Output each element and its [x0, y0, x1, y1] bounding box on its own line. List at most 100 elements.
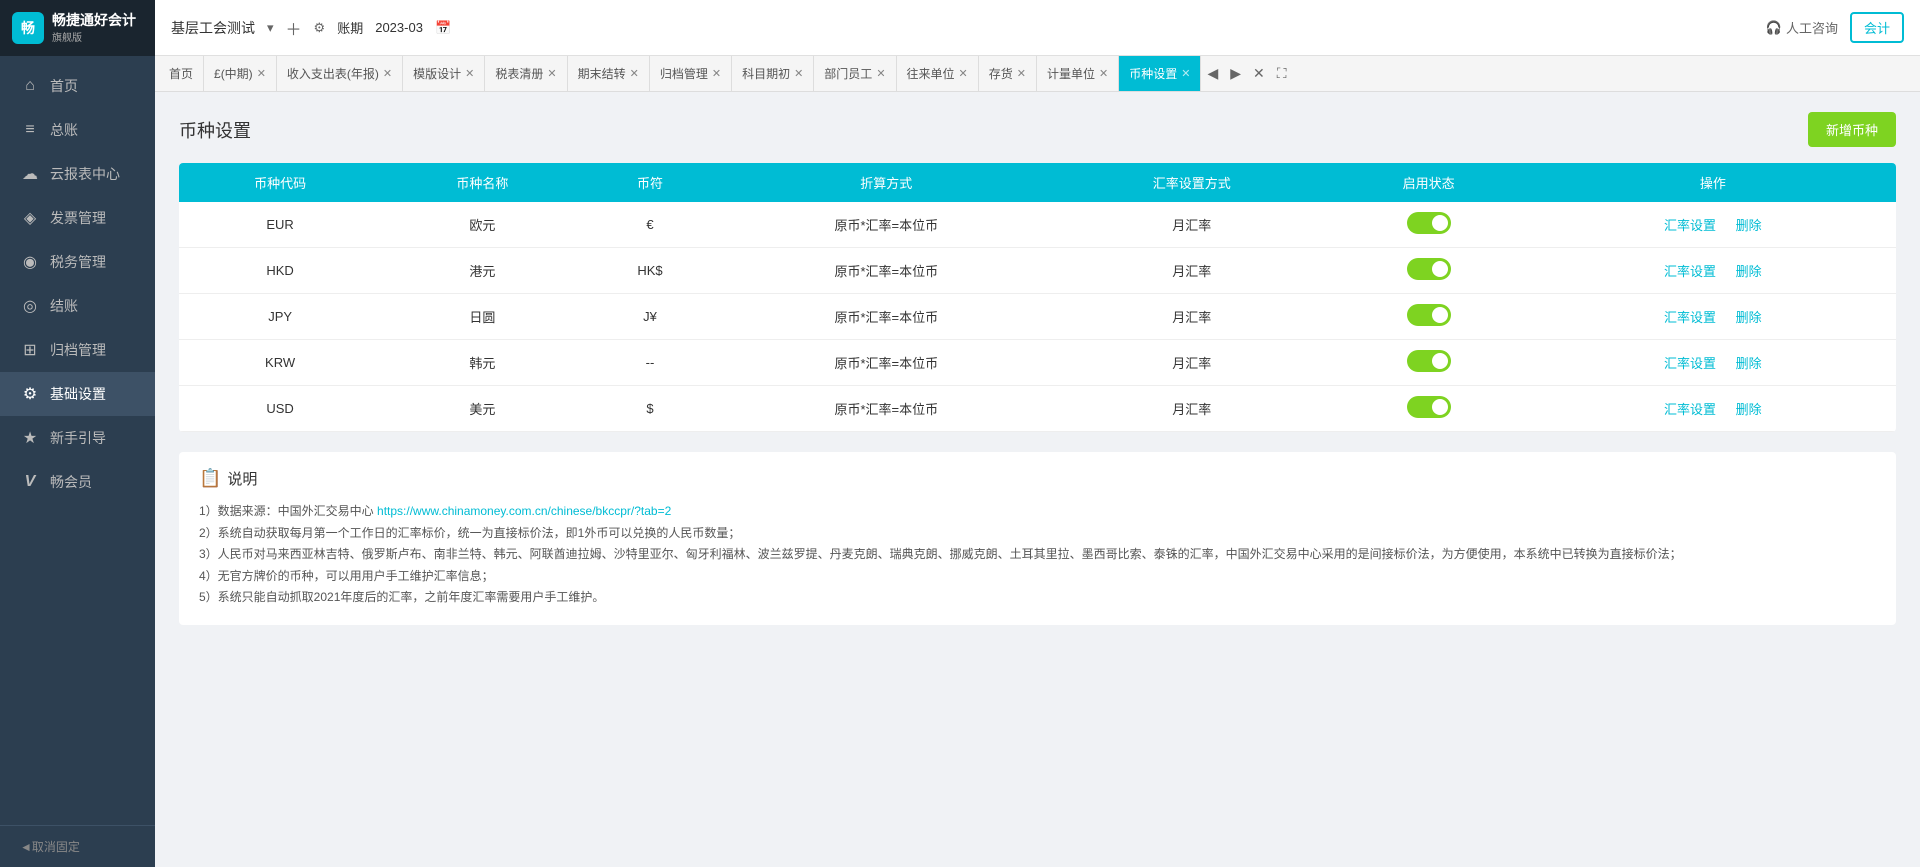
tab-units[interactable]: 往来单位 ✕: [897, 56, 979, 92]
cell-name: 美元: [381, 386, 583, 432]
cloud-icon: ☁: [20, 164, 40, 184]
sidebar-item-checkout[interactable]: ◎ 结账: [0, 284, 155, 328]
sidebar-pin-toggle[interactable]: ◄取消固定: [0, 825, 155, 867]
table-row: USD 美元 $ 原币*汇率=本位币 月汇率 汇率设置 删除: [179, 386, 1896, 432]
delete-link[interactable]: 删除: [1736, 402, 1762, 417]
sidebar-item-tax[interactable]: ◉ 税务管理: [0, 240, 155, 284]
status-toggle[interactable]: [1407, 304, 1451, 326]
topbar-right: 🎧 人工咨询 会计: [1766, 12, 1904, 43]
tab-expand-button[interactable]: ⛶: [1271, 65, 1293, 82]
sidebar-item-home[interactable]: ⌂ 首页: [0, 64, 155, 108]
delete-link[interactable]: 删除: [1736, 356, 1762, 371]
tab-close-icon[interactable]: ✕: [1099, 67, 1108, 80]
status-toggle[interactable]: [1407, 396, 1451, 418]
notes-section: 📋 说明 1）数据来源：中国外汇交易中心 https://www.chinamo…: [179, 452, 1896, 625]
cell-name: 港元: [381, 248, 583, 294]
sidebar-item-reports[interactable]: ☁ 云报表中心: [0, 152, 155, 196]
tab-close-icon[interactable]: ✕: [876, 67, 885, 80]
sidebar-item-settings[interactable]: ⚙ 基础设置: [0, 372, 155, 416]
col-code: 币种代码: [179, 163, 381, 202]
tab-close-icon[interactable]: ✕: [712, 67, 721, 80]
status-toggle[interactable]: [1407, 350, 1451, 372]
tab-label: 存货: [989, 65, 1013, 82]
tab-archive-mgr[interactable]: 归档管理 ✕: [650, 56, 732, 92]
tab-close-icon[interactable]: ✕: [547, 67, 556, 80]
tab-tax-clear[interactable]: 税表清册 ✕: [485, 56, 567, 92]
add-tab-button[interactable]: ＋: [286, 16, 302, 40]
tab-close-icon[interactable]: ✕: [383, 67, 392, 80]
sidebar-item-member[interactable]: V 畅会员: [0, 460, 155, 504]
tab-close-icon[interactable]: ✕: [465, 67, 474, 80]
user-role-button[interactable]: 会计: [1850, 12, 1904, 43]
tab-period[interactable]: £(中期) ✕: [204, 56, 277, 92]
tab-close-icon[interactable]: ✕: [630, 67, 639, 80]
tab-prev-button[interactable]: ◀: [1201, 65, 1224, 82]
delete-link[interactable]: 删除: [1736, 218, 1762, 233]
col-rate-type: 汇率设置方式: [1056, 163, 1327, 202]
tab-currency[interactable]: 币种设置 ✕: [1119, 56, 1201, 92]
china-money-link[interactable]: https://www.chinamoney.com.cn/chinese/bk…: [377, 504, 671, 518]
tab-period-end[interactable]: 期末结转 ✕: [568, 56, 650, 92]
sidebar-item-label: 云报表中心: [50, 164, 120, 184]
rate-settings-link[interactable]: 汇率设置: [1664, 356, 1716, 371]
cell-actions: 汇率设置 删除: [1530, 248, 1896, 294]
tab-close-icon[interactable]: ✕: [794, 67, 803, 80]
page-header: 币种设置 新增币种: [179, 112, 1896, 147]
rate-settings-link[interactable]: 汇率设置: [1664, 218, 1716, 233]
tab-dept[interactable]: 部门员工 ✕: [814, 56, 896, 92]
sidebar-item-guide[interactable]: ★ 新手引导: [0, 416, 155, 460]
tab-income[interactable]: 收入支出表(年报) ✕: [277, 56, 403, 92]
tab-home[interactable]: 首页: [159, 56, 204, 92]
rate-settings-link[interactable]: 汇率设置: [1664, 264, 1716, 279]
table-row: EUR 欧元 € 原币*汇率=本位币 月汇率 汇率设置 删除: [179, 202, 1896, 248]
sidebar: 畅 畅捷通好会计 旗舰版 ⌂ 首页 ≡ 总账 ☁ 云报表中心 ◈ 发票管理 ◉ …: [0, 0, 155, 867]
main-area: 基层工会测试 ▾ ＋ ⚙ 账期 2023-03 📅 🎧 人工咨询 会计 首页 £…: [155, 0, 1920, 867]
tab-next-button[interactable]: ▶: [1224, 65, 1247, 82]
settings-icon[interactable]: ⚙: [314, 20, 326, 36]
cell-rate-type: 月汇率: [1056, 248, 1327, 294]
delete-link[interactable]: 删除: [1736, 264, 1762, 279]
table-row: KRW 韩元 -- 原币*汇率=本位币 月汇率 汇率设置 删除: [179, 340, 1896, 386]
cell-actions: 汇率设置 删除: [1530, 202, 1896, 248]
tab-label: 币种设置: [1129, 65, 1177, 82]
sidebar-item-general-ledger[interactable]: ≡ 总账: [0, 108, 155, 152]
cell-calc: 原币*汇率=本位币: [716, 248, 1056, 294]
tab-inventory[interactable]: 存货 ✕: [979, 56, 1037, 92]
sidebar-item-invoice[interactable]: ◈ 发票管理: [0, 196, 155, 240]
tab-close-icon[interactable]: ✕: [1017, 67, 1026, 80]
tab-template[interactable]: 模版设计 ✕: [403, 56, 485, 92]
tab-close-all-button[interactable]: ✕: [1247, 65, 1271, 82]
notes-icon: 📋: [199, 468, 221, 489]
tab-measure[interactable]: 计量单位 ✕: [1037, 56, 1119, 92]
cell-calc: 原币*汇率=本位币: [716, 386, 1056, 432]
tab-label: 归档管理: [660, 65, 708, 82]
cell-calc: 原币*汇率=本位币: [716, 202, 1056, 248]
company-title: 基层工会测试: [171, 18, 255, 38]
cell-actions: 汇率设置 删除: [1530, 340, 1896, 386]
tab-close-icon[interactable]: ✕: [959, 67, 968, 80]
col-symbol: 币符: [583, 163, 716, 202]
notes-list: 1）数据来源：中国外汇交易中心 https://www.chinamoney.c…: [199, 501, 1876, 609]
sidebar-item-label: 发票管理: [50, 208, 106, 228]
cell-rate-type: 月汇率: [1056, 386, 1327, 432]
tab-close-icon[interactable]: ✕: [1181, 67, 1190, 80]
tab-close-icon[interactable]: ✕: [257, 67, 266, 80]
cell-status: [1327, 248, 1529, 294]
status-toggle[interactable]: [1407, 258, 1451, 280]
tab-subjects[interactable]: 科目期初 ✕: [732, 56, 814, 92]
company-dropdown-icon[interactable]: ▾: [267, 20, 274, 36]
page-title: 币种设置: [179, 117, 251, 143]
archive-icon: ⊞: [20, 340, 40, 360]
delete-link[interactable]: 删除: [1736, 310, 1762, 325]
rate-settings-link[interactable]: 汇率设置: [1664, 402, 1716, 417]
rate-settings-link[interactable]: 汇率设置: [1664, 310, 1716, 325]
cell-symbol: J¥: [583, 294, 716, 340]
help-button[interactable]: 🎧 人工咨询: [1766, 18, 1838, 37]
status-toggle[interactable]: [1407, 212, 1451, 234]
calendar-icon[interactable]: 📅: [435, 20, 451, 36]
new-currency-button[interactable]: 新增币种: [1808, 112, 1896, 147]
sidebar-item-archive[interactable]: ⊞ 归档管理: [0, 328, 155, 372]
notes-header: 📋 说明: [199, 468, 1876, 489]
table-row: HKD 港元 HK$ 原币*汇率=本位币 月汇率 汇率设置 删除: [179, 248, 1896, 294]
cell-symbol: --: [583, 340, 716, 386]
